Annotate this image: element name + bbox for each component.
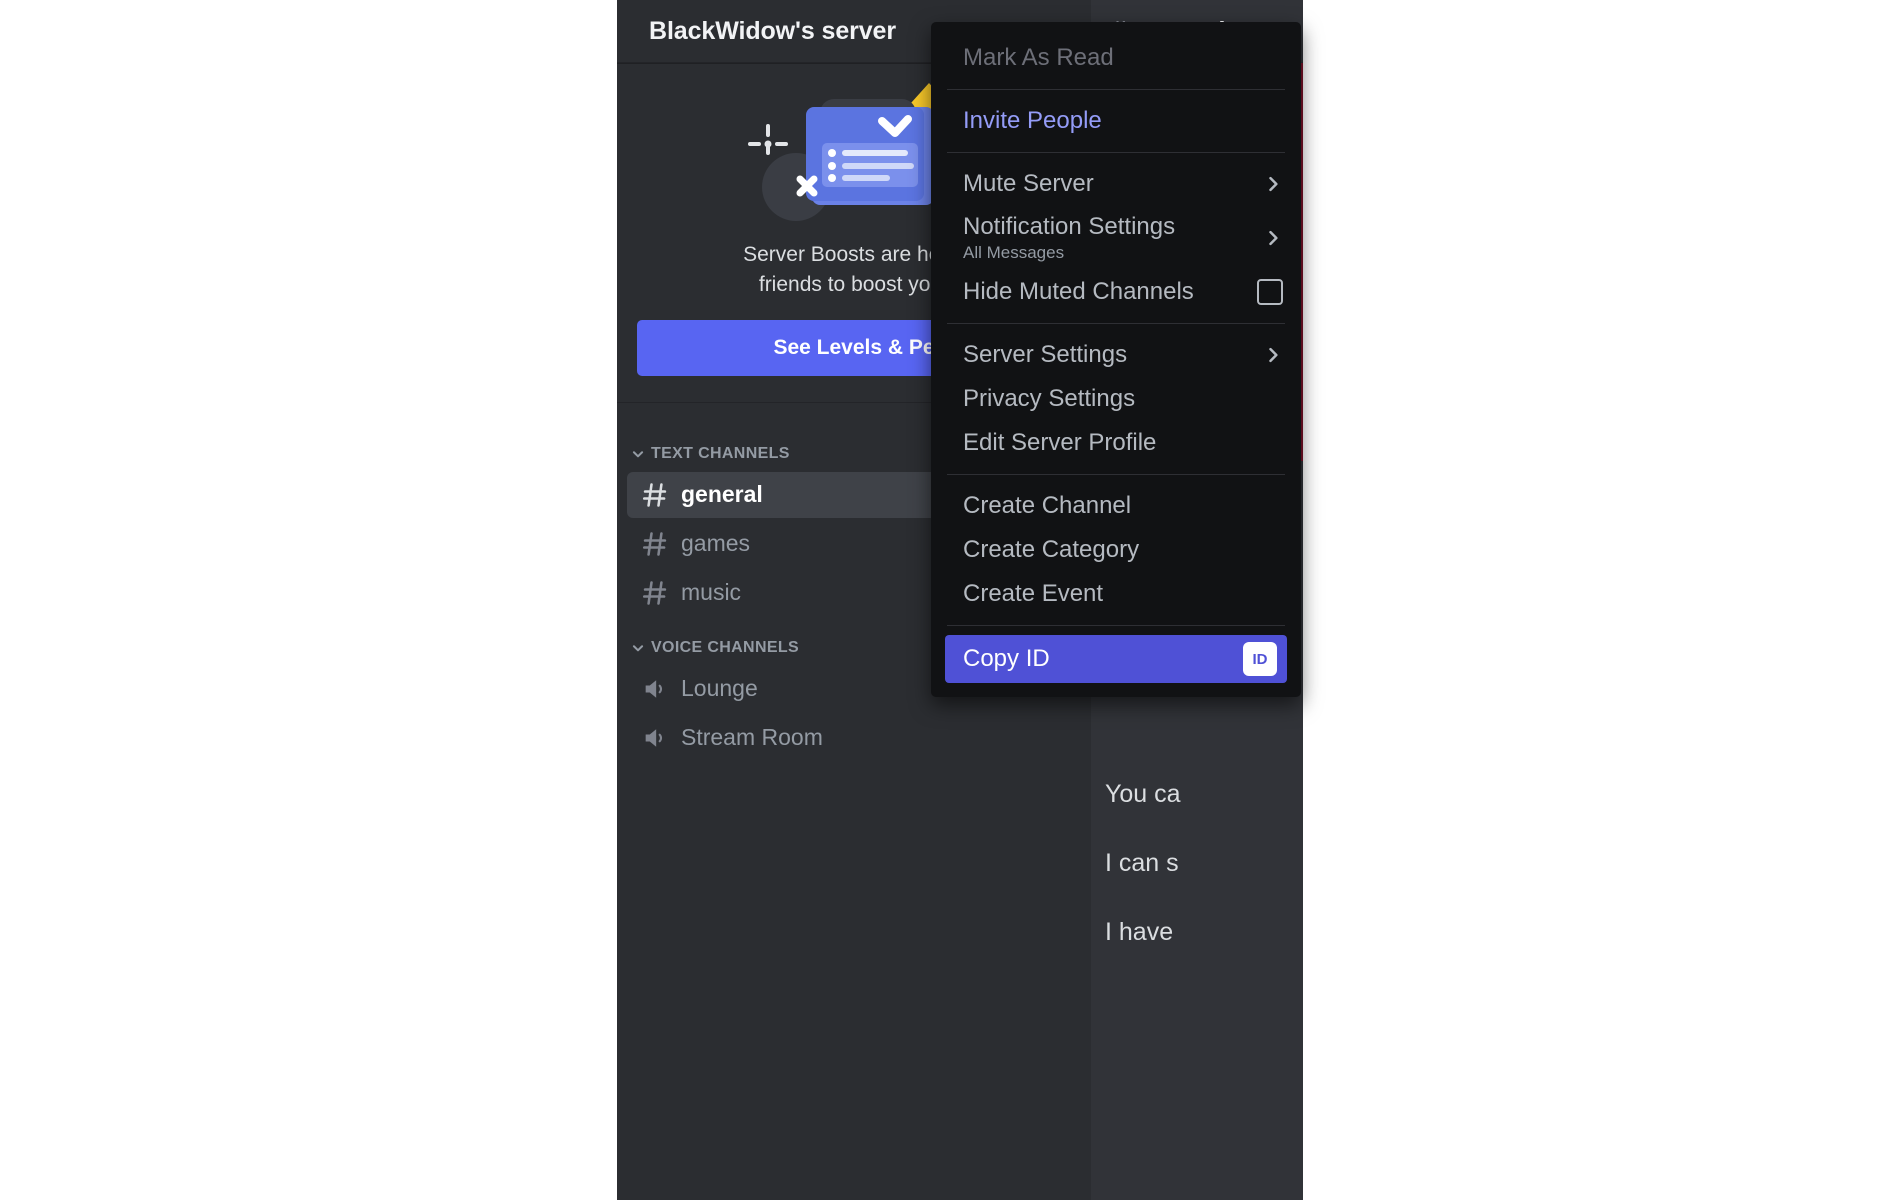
menu-divider	[947, 152, 1285, 153]
menu-item-label: Edit Server Profile	[963, 429, 1157, 456]
menu-item-mark-as-read[interactable]: Mark As Read	[939, 36, 1293, 80]
menu-item-create-category[interactable]: Create Category	[939, 528, 1293, 572]
menu-divider	[947, 625, 1285, 626]
chevron-right-icon	[1269, 230, 1278, 246]
message-row: You ca	[1105, 780, 1181, 808]
id-badge-icon: ID	[1243, 642, 1277, 676]
message-row: I can s	[1105, 849, 1179, 877]
menu-group-invite: Invite People	[931, 94, 1301, 148]
menu-group-notifications: Mute Server Notification Settings All Me…	[931, 157, 1301, 319]
menu-item-sublabel: All Messages	[963, 243, 1065, 262]
message-row: I have	[1105, 918, 1174, 946]
menu-item-label: Notification Settings	[963, 213, 1176, 240]
chevron-right-icon	[1269, 347, 1278, 363]
menu-item-edit-server-profile[interactable]: Edit Server Profile	[939, 421, 1293, 465]
menu-item-privacy-settings[interactable]: Privacy Settings	[939, 377, 1293, 421]
menu-item-create-channel[interactable]: Create Channel	[939, 484, 1293, 528]
server-context-menu: Mark As Read Invite People Mute Server N…	[931, 22, 1301, 697]
hash-icon	[642, 580, 667, 605]
menu-item-copy-id[interactable]: Copy ID ID	[945, 635, 1287, 683]
channel-label: general	[681, 481, 763, 508]
menu-item-label: Invite People	[963, 107, 1102, 134]
menu-item-notification-settings[interactable]: Notification Settings All Messages	[939, 206, 1293, 270]
channel-label: games	[681, 530, 751, 557]
menu-item-server-settings[interactable]: Server Settings	[939, 333, 1293, 377]
menu-item-label: Copy ID	[963, 645, 1050, 672]
menu-group-settings: Server Settings Privacy Settings Edit Se…	[931, 328, 1301, 470]
menu-item-label: Create Event	[963, 580, 1104, 607]
menu-item-mute-server[interactable]: Mute Server	[939, 162, 1293, 206]
message-list: You ca I can s I have	[1091, 760, 1303, 967]
menu-group-developer: Copy ID ID	[931, 630, 1301, 688]
menu-item-label: Privacy Settings	[963, 385, 1136, 412]
channel-label: music	[681, 579, 742, 606]
screenshot-root: BlackWidow's server Server Boosts are he…	[0, 0, 1900, 1200]
menu-item-label: Create Category	[963, 536, 1140, 563]
menu-item-label: Hide Muted Channels	[963, 278, 1194, 305]
menu-item-label: Server Settings	[963, 341, 1128, 368]
menu-divider	[947, 323, 1285, 324]
menu-divider	[947, 89, 1285, 90]
menu-divider	[947, 474, 1285, 475]
speaker-icon	[645, 679, 662, 698]
chevron-right-icon	[1269, 176, 1278, 192]
menu-item-hide-muted-channels[interactable]: Hide Muted Channels	[939, 270, 1293, 314]
speaker-icon	[645, 728, 662, 747]
menu-item-label: Create Channel	[963, 492, 1132, 519]
menu-group-create: Create Channel Create Category Create Ev…	[931, 479, 1301, 621]
menu-item-label: Mark As Read	[963, 44, 1114, 71]
channel-label: Lounge	[681, 675, 758, 702]
hash-icon	[642, 531, 667, 556]
category-label: VOICE CHANNELS	[651, 638, 800, 656]
menu-item-invite-people[interactable]: Invite People	[939, 99, 1293, 143]
menu-group-read: Mark As Read	[931, 31, 1301, 85]
checkbox-unchecked-icon[interactable]	[1257, 279, 1283, 305]
sidebar-item-stream-room[interactable]: Stream Room	[627, 715, 1081, 761]
chevron-down-icon	[632, 644, 644, 652]
channel-label: Stream Room	[681, 724, 823, 751]
category-label: TEXT CHANNELS	[651, 444, 790, 462]
hash-icon	[642, 482, 667, 507]
chevron-down-icon	[632, 450, 644, 458]
menu-item-label: Mute Server	[963, 170, 1094, 197]
menu-item-create-event[interactable]: Create Event	[939, 572, 1293, 616]
